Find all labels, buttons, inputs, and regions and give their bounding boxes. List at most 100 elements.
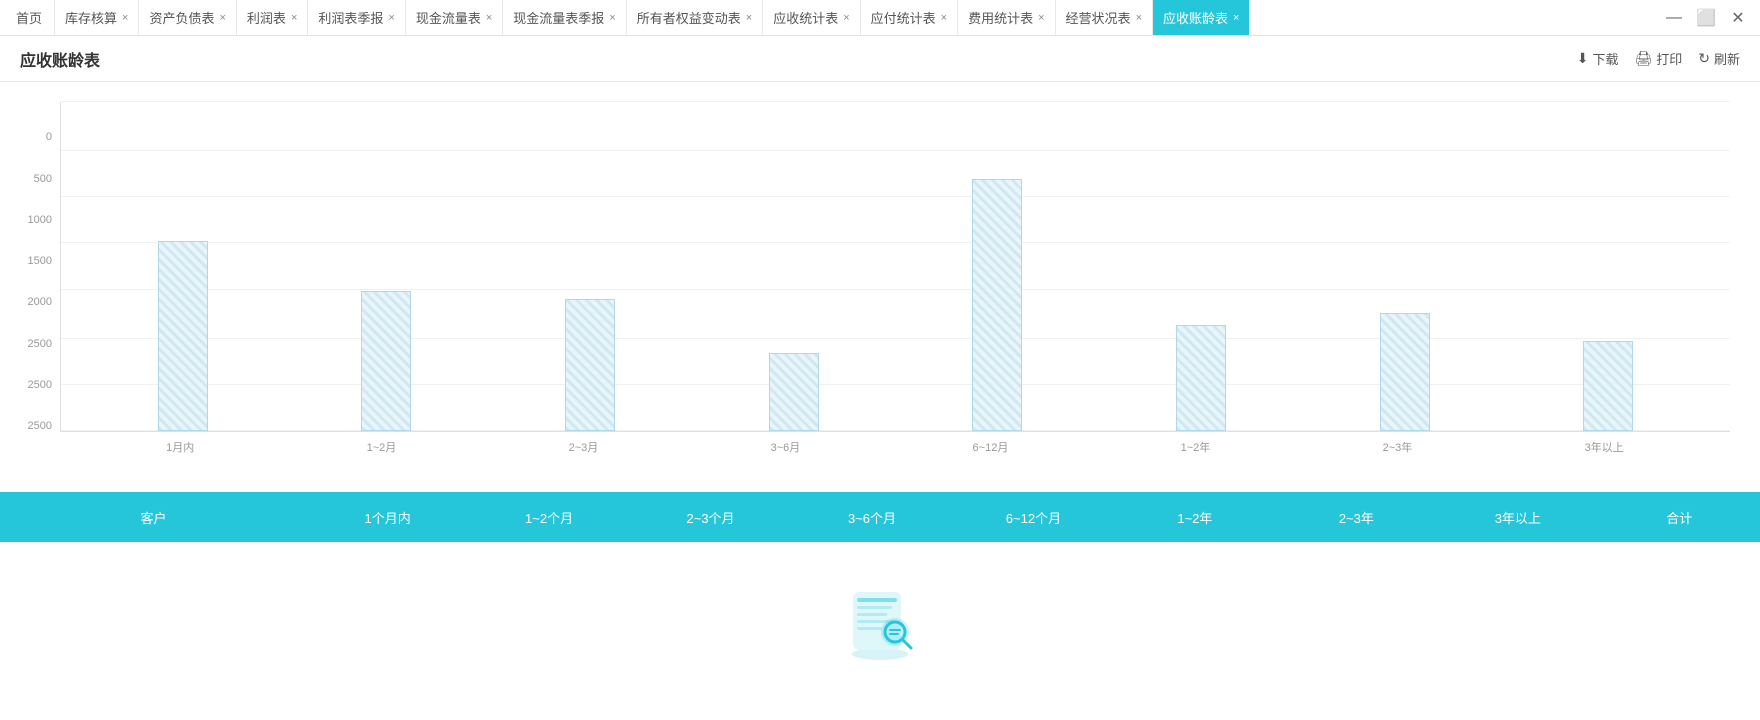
- tab-cashflow-label: 现金流量表: [416, 8, 481, 27]
- chart-container: 2500250025002000150010005000 1月内1~2月2~3月…: [10, 102, 1730, 462]
- tab-home[interactable]: 首页: [4, 0, 55, 36]
- bar-group: [1583, 341, 1633, 431]
- tab-operations-label: 经营状况表: [1066, 8, 1131, 27]
- tab-cashflow-quarterly[interactable]: 现金流量表季报 ×: [503, 0, 626, 36]
- x-axis-label: 3年以上: [1585, 439, 1624, 455]
- tab-operations-close[interactable]: ×: [1136, 12, 1142, 24]
- tab-operations[interactable]: 经营状况表 ×: [1056, 0, 1153, 36]
- tab-expense-stats-close[interactable]: ×: [1038, 12, 1044, 24]
- print-button[interactable]: 🖨 打印: [1634, 49, 1682, 68]
- page-actions: ⬇ 下载 🖨 打印 ↻ 刷新: [1577, 49, 1740, 68]
- y-axis-label: 1500: [28, 226, 52, 267]
- tab-ar-aging-close[interactable]: ×: [1233, 12, 1239, 24]
- tab-cashflow-quarterly-close[interactable]: ×: [609, 12, 615, 24]
- print-icon: 🖨: [1634, 50, 1652, 67]
- table-header-cell: 1~2年: [1114, 508, 1275, 527]
- y-axis-label: 2000: [28, 267, 52, 308]
- chart-section: 2500250025002000150010005000 1月内1~2月2~3月…: [0, 82, 1760, 492]
- table-header-cell: 3~6个月: [791, 508, 952, 527]
- x-axis-label: 1~2年: [1181, 439, 1211, 455]
- y-axis-label: 500: [34, 143, 52, 184]
- chart-y-axis: 2500250025002000150010005000: [10, 102, 60, 432]
- table-header-cell: 2~3年: [1276, 508, 1437, 527]
- tab-ar-stats-label: 应收统计表: [773, 8, 838, 27]
- x-axis-label: 3~6月: [771, 439, 801, 455]
- tab-ap-stats-close[interactable]: ×: [941, 12, 947, 24]
- y-axis-label: 2500: [28, 308, 52, 349]
- chart-bar: [972, 179, 1022, 431]
- tab-ap-stats-label: 应付统计表: [871, 8, 936, 27]
- download-icon: ⬇: [1577, 50, 1589, 67]
- tab-balance-close[interactable]: ×: [219, 12, 225, 24]
- print-label: 打印: [1656, 49, 1682, 68]
- tab-profit-quarterly-close[interactable]: ×: [388, 12, 394, 24]
- tab-ap-stats[interactable]: 应付统计表 ×: [861, 0, 958, 36]
- tab-profit-close[interactable]: ×: [291, 12, 297, 24]
- y-axis-label: 0: [46, 102, 52, 143]
- tab-ar-stats-close[interactable]: ×: [843, 12, 849, 24]
- y-axis-label: 2500: [28, 391, 52, 432]
- table-header-cell: 3年以上: [1437, 508, 1598, 527]
- empty-icon: [835, 582, 925, 665]
- tab-equity[interactable]: 所有者权益变动表 ×: [627, 0, 763, 36]
- refresh-label: 刷新: [1714, 49, 1740, 68]
- tab-inventory-close[interactable]: ×: [122, 12, 128, 24]
- bars-area: [61, 102, 1730, 431]
- chart-bar: [1583, 341, 1633, 431]
- refresh-button[interactable]: ↻ 刷新: [1698, 49, 1740, 68]
- tab-cashflow[interactable]: 现金流量表 ×: [406, 0, 503, 36]
- content-area: 2500250025002000150010005000 1月内1~2月2~3月…: [0, 82, 1760, 720]
- chart-bar: [1380, 313, 1430, 431]
- x-axis-label: 2~3年: [1383, 439, 1413, 455]
- tab-bar: 首页 库存核算 × 资产负债表 × 利润表 × 利润表季报 × 现金流量表 × …: [0, 0, 1760, 36]
- x-labels: 1月内1~2月2~3月3~6月6~12月1~2年2~3年3年以上: [60, 432, 1730, 462]
- tab-inventory[interactable]: 库存核算 ×: [55, 0, 139, 36]
- page-header: 应收账龄表 ⬇ 下载 🖨 打印 ↻ 刷新: [0, 36, 1760, 82]
- tab-ar-stats[interactable]: 应收统计表 ×: [763, 0, 860, 36]
- refresh-icon: ↻: [1698, 50, 1710, 67]
- table-header-cell: 1~2个月: [468, 508, 629, 527]
- y-axis-label: 2500: [28, 350, 52, 391]
- table-header-cell: 2~3个月: [630, 508, 791, 527]
- tab-profit[interactable]: 利润表 ×: [237, 0, 308, 36]
- tab-profit-quarterly[interactable]: 利润表季报 ×: [308, 0, 405, 36]
- bar-group: [565, 299, 615, 431]
- tab-ar-aging[interactable]: 应收账龄表 ×: [1153, 0, 1250, 36]
- tab-cashflow-close[interactable]: ×: [486, 12, 492, 24]
- empty-state: [0, 542, 1760, 692]
- tab-ar-aging-label: 应收账龄表: [1163, 8, 1228, 27]
- tab-balance[interactable]: 资产负债表 ×: [139, 0, 236, 36]
- chart-bar: [158, 241, 208, 431]
- chart-bar: [1176, 325, 1226, 431]
- bar-group: [1176, 325, 1226, 431]
- tab-cashflow-quarterly-label: 现金流量表季报: [513, 8, 604, 27]
- window-close-button[interactable]: ✕: [1724, 4, 1752, 32]
- chart-plot: [60, 102, 1730, 432]
- tab-expense-stats[interactable]: 费用统计表 ×: [958, 0, 1055, 36]
- x-axis-label: 2~3月: [569, 439, 599, 455]
- x-axis-label: 1~2月: [367, 439, 397, 455]
- page-title: 应收账龄表: [20, 47, 100, 71]
- tab-equity-label: 所有者权益变动表: [637, 8, 741, 27]
- tab-home-label: 首页: [16, 8, 42, 27]
- table-header-cell: 客户: [0, 508, 307, 527]
- bar-group: [1380, 313, 1430, 431]
- tab-inventory-label: 库存核算: [65, 8, 117, 27]
- x-axis-label: 6~12月: [973, 439, 1009, 455]
- tab-expense-stats-label: 费用统计表: [968, 8, 1033, 27]
- tab-equity-close[interactable]: ×: [746, 12, 752, 24]
- y-axis-label: 1000: [28, 185, 52, 226]
- tab-balance-label: 资产负债表: [149, 8, 214, 27]
- download-button[interactable]: ⬇ 下载: [1577, 49, 1619, 68]
- bar-group: [361, 291, 411, 431]
- tab-profit-label: 利润表: [247, 8, 286, 27]
- table-header-cell: 1个月内: [307, 508, 468, 527]
- chart-bar: [769, 353, 819, 431]
- chart-bar: [361, 291, 411, 431]
- bar-group: [972, 179, 1022, 431]
- table-header-cell: 6~12个月: [953, 508, 1114, 527]
- window-maximize-button[interactable]: ⬜: [1692, 4, 1720, 32]
- bar-group: [769, 353, 819, 431]
- bar-group: [158, 241, 208, 431]
- window-minimize-button[interactable]: —: [1660, 4, 1688, 32]
